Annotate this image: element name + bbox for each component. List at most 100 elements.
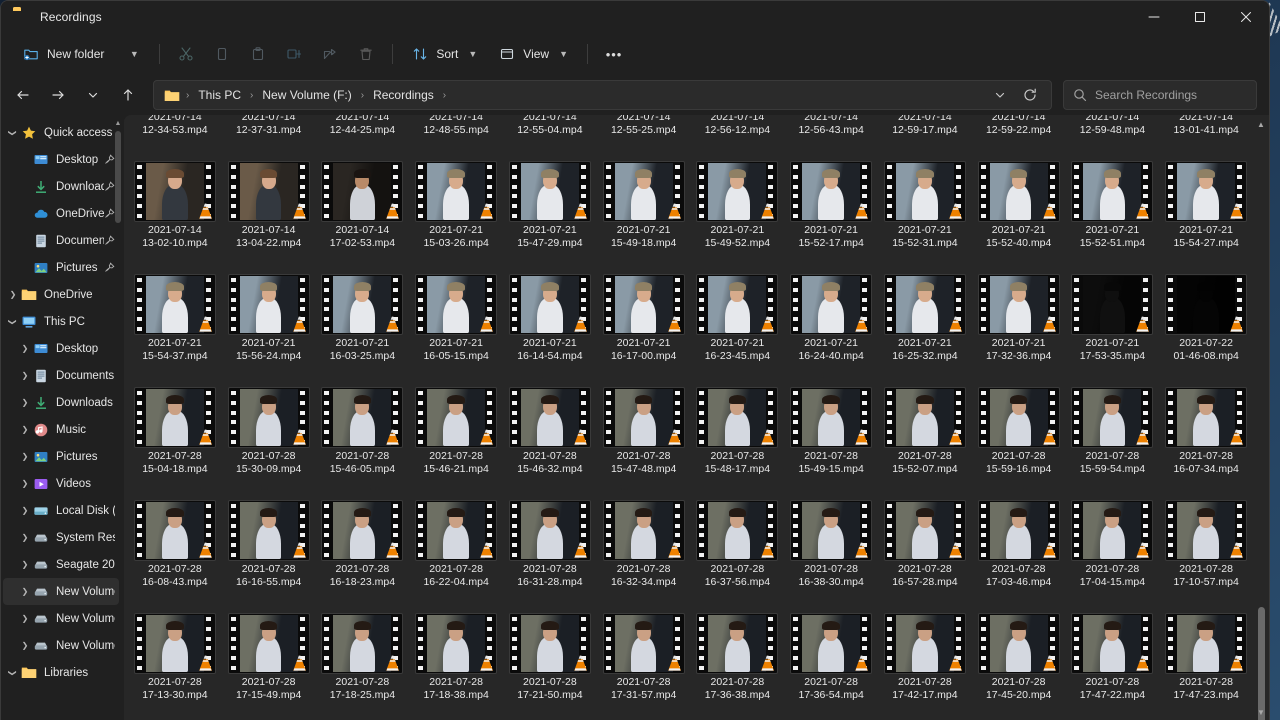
delete-button[interactable] <box>349 39 383 69</box>
chevron-down-icon[interactable]: ❯ <box>5 314 21 330</box>
file-tile[interactable]: 2021-07-2817-18-25.mp4 <box>316 612 410 720</box>
file-tile[interactable]: 2021-07-2116-03-25.mp4 <box>316 273 410 386</box>
file-tile[interactable]: 2021-07-2817-18-38.mp4 <box>409 612 503 720</box>
chevron-right-icon[interactable]: ❯ <box>17 341 33 357</box>
file-tile[interactable]: 2021-07-2815-47-48.mp4 <box>597 386 691 499</box>
file-tile[interactable]: 2021-07-2816-07-34.mp4 <box>1159 386 1253 499</box>
chevron-right-icon[interactable]: ❯ <box>17 530 33 546</box>
file-tile[interactable]: 2021-07-2817-10-57.mp4 <box>1159 499 1253 612</box>
chevron-right-icon[interactable]: ❯ <box>17 638 33 654</box>
file-tile[interactable]: 2021-07-2817-42-17.mp4 <box>878 612 972 720</box>
file-tile[interactable]: 2021-07-2815-46-05.mp4 <box>316 386 410 499</box>
sidebar-item-libraries[interactable]: ❯Libraries <box>3 659 119 686</box>
file-tile[interactable]: 2021-07-2817-47-23.mp4 <box>1159 612 1253 720</box>
file-tile[interactable]: 2021-07-2815-46-21.mp4 <box>409 386 503 499</box>
sidebar-item-documents[interactable]: Documents <box>3 227 119 254</box>
sidebar-item-local-disk-c[interactable]: ❯Local Disk (C:) <box>3 497 119 524</box>
sidebar-item-downloads[interactable]: ❯Downloads <box>3 389 119 416</box>
file-tile[interactable]: 2021-07-1413-04-22.mp4 <box>222 160 316 273</box>
file-tile[interactable]: 2021-07-2817-36-38.mp4 <box>691 612 785 720</box>
chevron-right-icon[interactable]: ❯ <box>17 449 33 465</box>
up-button[interactable] <box>112 80 144 110</box>
file-tile[interactable]: 2021-07-2115-52-17.mp4 <box>784 160 878 273</box>
recent-locations-button[interactable] <box>77 80 109 110</box>
file-tile[interactable]: 2021-07-1412-56-43.mp4 <box>784 115 878 160</box>
chevron-down-icon[interactable]: ❯ <box>5 665 21 681</box>
chevron-right-icon[interactable]: ❯ <box>17 503 33 519</box>
sidebar-scrollbar-thumb[interactable] <box>115 131 121 223</box>
sidebar-item-quick-access[interactable]: ❯Quick access <box>3 119 119 146</box>
file-tile[interactable]: 2021-07-1412-59-22.mp4 <box>972 115 1066 160</box>
search-box[interactable]: Search Recordings <box>1063 80 1257 110</box>
file-tile[interactable]: 2021-07-2817-04-15.mp4 <box>1066 499 1160 612</box>
file-tile[interactable]: 2021-07-2115-49-18.mp4 <box>597 160 691 273</box>
file-tile[interactable]: 2021-07-2116-24-40.mp4 <box>784 273 878 386</box>
file-tile[interactable]: 2021-07-1412-48-55.mp4 <box>409 115 503 160</box>
chevron-right-icon[interactable]: ❯ <box>17 368 33 384</box>
address-dropdown-button[interactable] <box>987 83 1013 107</box>
file-tile[interactable]: 2021-07-2817-31-57.mp4 <box>597 612 691 720</box>
sidebar-item-pictures[interactable]: ❯Pictures <box>3 443 119 470</box>
sort-button[interactable]: Sort ▼ <box>402 39 487 69</box>
file-tile[interactable]: 2021-07-2815-49-15.mp4 <box>784 386 878 499</box>
file-tile[interactable]: 2021-07-2815-30-09.mp4 <box>222 386 316 499</box>
chevron-down-icon[interactable]: ❯ <box>5 125 21 141</box>
scroll-up-icon[interactable]: ▲ <box>1255 117 1267 131</box>
file-tile[interactable]: 2021-07-2817-36-54.mp4 <box>784 612 878 720</box>
file-tile[interactable]: 2021-07-2115-47-29.mp4 <box>503 160 597 273</box>
file-tile[interactable]: 2021-07-2117-53-35.mp4 <box>1066 273 1160 386</box>
file-tile[interactable]: 2021-07-2816-18-23.mp4 <box>316 499 410 612</box>
copy-button[interactable] <box>205 39 239 69</box>
file-tile[interactable]: 2021-07-1413-01-41.mp4 <box>1159 115 1253 160</box>
cut-button[interactable] <box>169 39 203 69</box>
sidebar-item-new-volume-i[interactable]: ❯New Volume (I: <box>3 632 119 659</box>
file-tile[interactable]: 2021-07-1412-34-53.mp4 <box>128 115 222 160</box>
file-tile[interactable]: 2021-07-1417-02-53.mp4 <box>316 160 410 273</box>
sidebar-item-onedrive[interactable]: ❯OneDrive <box>3 281 119 308</box>
file-tile[interactable]: 2021-07-2815-59-16.mp4 <box>972 386 1066 499</box>
sidebar-scrollbar[interactable]: ▲ <box>113 117 123 719</box>
sidebar-item-music[interactable]: ❯Music <box>3 416 119 443</box>
file-list-view[interactable]: 2021-07-1412-34-53.mp42021-07-1412-37-31… <box>124 115 1269 720</box>
scroll-up-icon[interactable]: ▲ <box>113 117 123 129</box>
content-scrollbar-thumb[interactable] <box>1258 607 1265 720</box>
file-tile[interactable]: 2021-07-2816-16-55.mp4 <box>222 499 316 612</box>
file-tile[interactable]: 2021-07-2815-59-54.mp4 <box>1066 386 1160 499</box>
file-tile[interactable]: 2021-07-2816-32-34.mp4 <box>597 499 691 612</box>
sidebar-item-desktop[interactable]: ❯Desktop <box>3 335 119 362</box>
paste-button[interactable] <box>241 39 275 69</box>
sidebar-item-system-reserve[interactable]: ❯System Reserve <box>3 524 119 551</box>
file-tile[interactable]: 2021-07-2816-38-30.mp4 <box>784 499 878 612</box>
file-tile[interactable]: 2021-07-1412-37-31.mp4 <box>222 115 316 160</box>
file-tile[interactable]: 2021-07-2201-46-08.mp4 <box>1159 273 1253 386</box>
file-tile[interactable]: 2021-07-2815-48-17.mp4 <box>691 386 785 499</box>
sidebar-item-videos[interactable]: ❯Videos <box>3 470 119 497</box>
sidebar-item-downloads[interactable]: Downloads <box>3 173 119 200</box>
forward-button[interactable] <box>42 80 74 110</box>
file-tile[interactable]: 2021-07-2116-17-00.mp4 <box>597 273 691 386</box>
file-tile[interactable]: 2021-07-2116-25-32.mp4 <box>878 273 972 386</box>
file-tile[interactable]: 2021-07-2817-15-49.mp4 <box>222 612 316 720</box>
file-tile[interactable]: 2021-07-2116-05-15.mp4 <box>409 273 503 386</box>
file-tile[interactable]: 2021-07-1412-44-25.mp4 <box>316 115 410 160</box>
file-tile[interactable]: 2021-07-2816-57-28.mp4 <box>878 499 972 612</box>
refresh-button[interactable] <box>1017 83 1043 107</box>
chevron-right-icon[interactable]: ❯ <box>17 476 33 492</box>
file-tile[interactable]: 2021-07-1412-56-12.mp4 <box>691 115 785 160</box>
sidebar-item-this-pc[interactable]: ❯This PC <box>3 308 119 335</box>
close-button[interactable] <box>1223 1 1269 33</box>
sidebar-item-new-volume-g[interactable]: ❯New Volume (G <box>3 605 119 632</box>
breadcrumb-item-recordings[interactable]: Recordings <box>367 85 440 105</box>
file-tile[interactable]: 2021-07-2816-08-43.mp4 <box>128 499 222 612</box>
file-tile[interactable]: 2021-07-2817-03-46.mp4 <box>972 499 1066 612</box>
new-folder-button[interactable]: New folder <box>13 39 114 69</box>
share-button[interactable] <box>313 39 347 69</box>
file-tile[interactable]: 2021-07-2115-54-37.mp4 <box>128 273 222 386</box>
breadcrumb-item-new-volume-f[interactable]: New Volume (F:) <box>256 85 357 105</box>
file-tile[interactable]: 2021-07-2116-23-45.mp4 <box>691 273 785 386</box>
chevron-right-icon[interactable]: ❯ <box>17 557 33 573</box>
file-tile[interactable]: 2021-07-2116-14-54.mp4 <box>503 273 597 386</box>
file-tile[interactable]: 2021-07-2815-52-07.mp4 <box>878 386 972 499</box>
sidebar-item-seagate-2014-e[interactable]: ❯Seagate 2014 (E <box>3 551 119 578</box>
sidebar-item-onedrive[interactable]: OneDrive <box>3 200 119 227</box>
